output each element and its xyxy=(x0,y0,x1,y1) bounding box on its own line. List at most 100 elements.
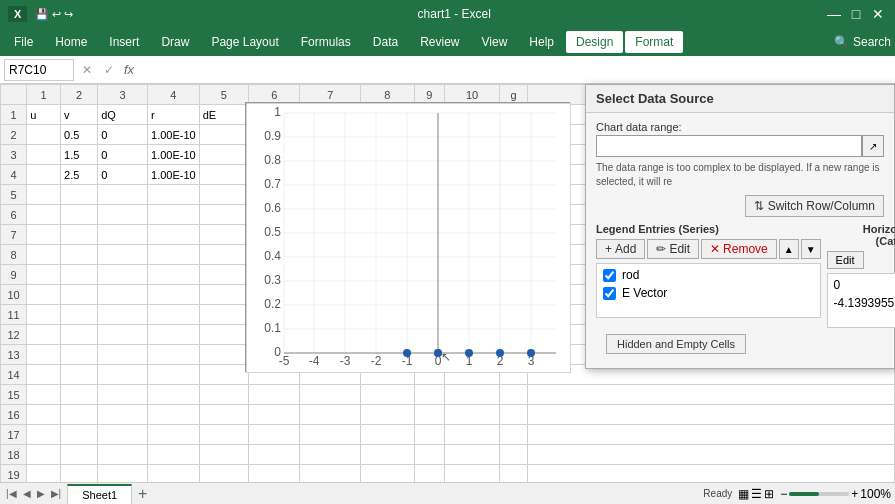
cell[interactable]: 0.5 xyxy=(61,125,98,145)
menu-file[interactable]: File xyxy=(4,31,43,53)
menu-design[interactable]: Design xyxy=(566,31,623,53)
legend-entries-section: Legend Entries (Series) + Add ✏ Edit ✕ xyxy=(596,223,821,328)
cell[interactable] xyxy=(27,125,61,145)
svg-text:-3: -3 xyxy=(340,354,351,368)
move-up-button[interactable]: ▲ xyxy=(779,239,799,259)
menu-view[interactable]: View xyxy=(472,31,518,53)
tab-nav-prev[interactable]: ◀ xyxy=(21,488,33,499)
cell[interactable]: 1.00E-10 xyxy=(148,165,200,185)
menu-help[interactable]: Help xyxy=(519,31,564,53)
tab-nav-first[interactable]: |◀ xyxy=(4,488,19,499)
legend-checkbox-rod[interactable] xyxy=(603,269,616,282)
cell[interactable] xyxy=(27,145,61,165)
move-down-button[interactable]: ▼ xyxy=(801,239,821,259)
cell[interactable] xyxy=(199,165,248,185)
cell[interactable] xyxy=(199,145,248,165)
menu-data[interactable]: Data xyxy=(363,31,408,53)
chart-point-evector xyxy=(527,349,535,357)
col-header-2[interactable]: 2 xyxy=(61,85,98,105)
remove-icon: ✕ xyxy=(710,242,720,256)
chart-data-range-input[interactable] xyxy=(596,135,862,157)
col-header-5[interactable]: 5 xyxy=(199,85,248,105)
row-num: 13 xyxy=(1,345,27,365)
page-layout-view-button[interactable]: ☰ xyxy=(751,487,762,501)
edit-horizontal-button[interactable]: Edit xyxy=(827,251,864,269)
formula-check: ✓ xyxy=(100,63,118,77)
search-label: Search xyxy=(853,35,891,49)
zoom-controls: − + 100% xyxy=(780,487,891,501)
formula-separator: ✕ xyxy=(78,63,96,77)
maximize-button[interactable]: □ xyxy=(847,5,865,23)
sheet-tab-sheet1[interactable]: Sheet1 xyxy=(67,484,132,504)
tab-nav-last[interactable]: ▶| xyxy=(49,488,64,499)
cell[interactable] xyxy=(27,185,61,205)
col-header-1[interactable]: 1 xyxy=(27,85,61,105)
horizontal-list: 0 -4.139395556 xyxy=(827,273,895,328)
dialog-footer: Hidden and Empty Cells xyxy=(596,328,884,360)
menu-page-layout[interactable]: Page Layout xyxy=(201,31,288,53)
search-bar[interactable]: 🔍 Search xyxy=(834,35,891,49)
cell[interactable] xyxy=(199,125,248,145)
cell[interactable]: r xyxy=(148,105,200,125)
zoom-slider[interactable] xyxy=(789,492,849,496)
close-button[interactable]: ✕ xyxy=(869,5,887,23)
cell[interactable]: dE xyxy=(199,105,248,125)
cell[interactable]: 2.5 xyxy=(61,165,98,185)
cell[interactable] xyxy=(27,165,61,185)
menu-formulas[interactable]: Formulas xyxy=(291,31,361,53)
tab-nav-next[interactable]: ▶ xyxy=(35,488,47,499)
col-header-4[interactable]: 4 xyxy=(148,85,200,105)
edit-series-button[interactable]: ✏ Edit xyxy=(647,239,699,259)
cell[interactable]: 0 xyxy=(98,125,148,145)
cell[interactable]: 1.00E-10 xyxy=(148,145,200,165)
cell[interactable]: 0 xyxy=(98,145,148,165)
cell-reference-input[interactable] xyxy=(4,59,74,81)
page-break-view-button[interactable]: ⊞ xyxy=(764,487,774,501)
menu-draw[interactable]: Draw xyxy=(151,31,199,53)
menu-insert[interactable]: Insert xyxy=(99,31,149,53)
legend-item-rod[interactable]: rod xyxy=(599,266,818,284)
menu-format[interactable]: Format xyxy=(625,31,683,53)
chart-area[interactable]: 1 0.9 0.8 0.7 0.6 0.5 0.4 0.3 0.2 0.1 0 xyxy=(245,102,570,372)
tab-bar: |◀ ◀ ▶ ▶| Sheet1 + Ready ▦ ☰ ⊞ − + 100% xyxy=(0,482,895,504)
menu-review[interactable]: Review xyxy=(410,31,469,53)
title-bar: X 💾 ↩ ↪ chart1 - Excel — □ ✕ xyxy=(0,0,895,28)
cell[interactable]: dQ xyxy=(98,105,148,125)
add-sheet-button[interactable]: + xyxy=(132,485,153,503)
zoom-in-button[interactable]: + xyxy=(851,487,858,501)
horiz-item-2: -4.139395556 xyxy=(830,294,895,312)
hidden-empty-cells-button[interactable]: Hidden and Empty Cells xyxy=(606,334,746,354)
switch-row-column-button[interactable]: ⇅ Switch Row/Column xyxy=(745,195,884,217)
cell[interactable]: 1.5 xyxy=(61,145,98,165)
menu-home[interactable]: Home xyxy=(45,31,97,53)
formula-input[interactable] xyxy=(140,61,891,79)
collapse-button[interactable]: ↗ xyxy=(862,135,884,157)
svg-text:↖: ↖ xyxy=(441,350,451,364)
switch-row-column-label: Switch Row/Column xyxy=(768,199,875,213)
row-num: 4 xyxy=(1,165,27,185)
table-row: 17 xyxy=(1,425,895,445)
remove-label: Remove xyxy=(723,242,768,256)
cell[interactable]: v xyxy=(61,105,98,125)
add-series-button[interactable]: + Add xyxy=(596,239,645,259)
legend-checkbox-evector[interactable] xyxy=(603,287,616,300)
col-header-3[interactable]: 3 xyxy=(98,85,148,105)
cell[interactable]: 1.00E-10 xyxy=(148,125,200,145)
row-num: 6 xyxy=(1,205,27,225)
remove-series-button[interactable]: ✕ Remove xyxy=(701,239,777,259)
legend-item-evector[interactable]: E Vector xyxy=(599,284,818,302)
minimize-button[interactable]: — xyxy=(825,5,843,23)
view-controls: ▦ ☰ ⊞ xyxy=(738,487,774,501)
svg-text:0.8: 0.8 xyxy=(264,153,281,167)
svg-text:-5: -5 xyxy=(279,354,290,368)
row-num: 16 xyxy=(1,405,27,425)
spreadsheet-area: 1 2 3 4 5 6 7 8 9 10 g 1 u xyxy=(0,84,895,482)
zoom-out-button[interactable]: − xyxy=(780,487,787,501)
horizontal-categories-section: Horizontal (Catego Edit 0 -4.139395556 xyxy=(827,223,895,328)
cell[interactable]: 0 xyxy=(98,165,148,185)
edit-label: Edit xyxy=(669,242,690,256)
cell[interactable]: u xyxy=(27,105,61,125)
fx-label: fx xyxy=(122,62,136,77)
row-num: 5 xyxy=(1,185,27,205)
normal-view-button[interactable]: ▦ xyxy=(738,487,749,501)
